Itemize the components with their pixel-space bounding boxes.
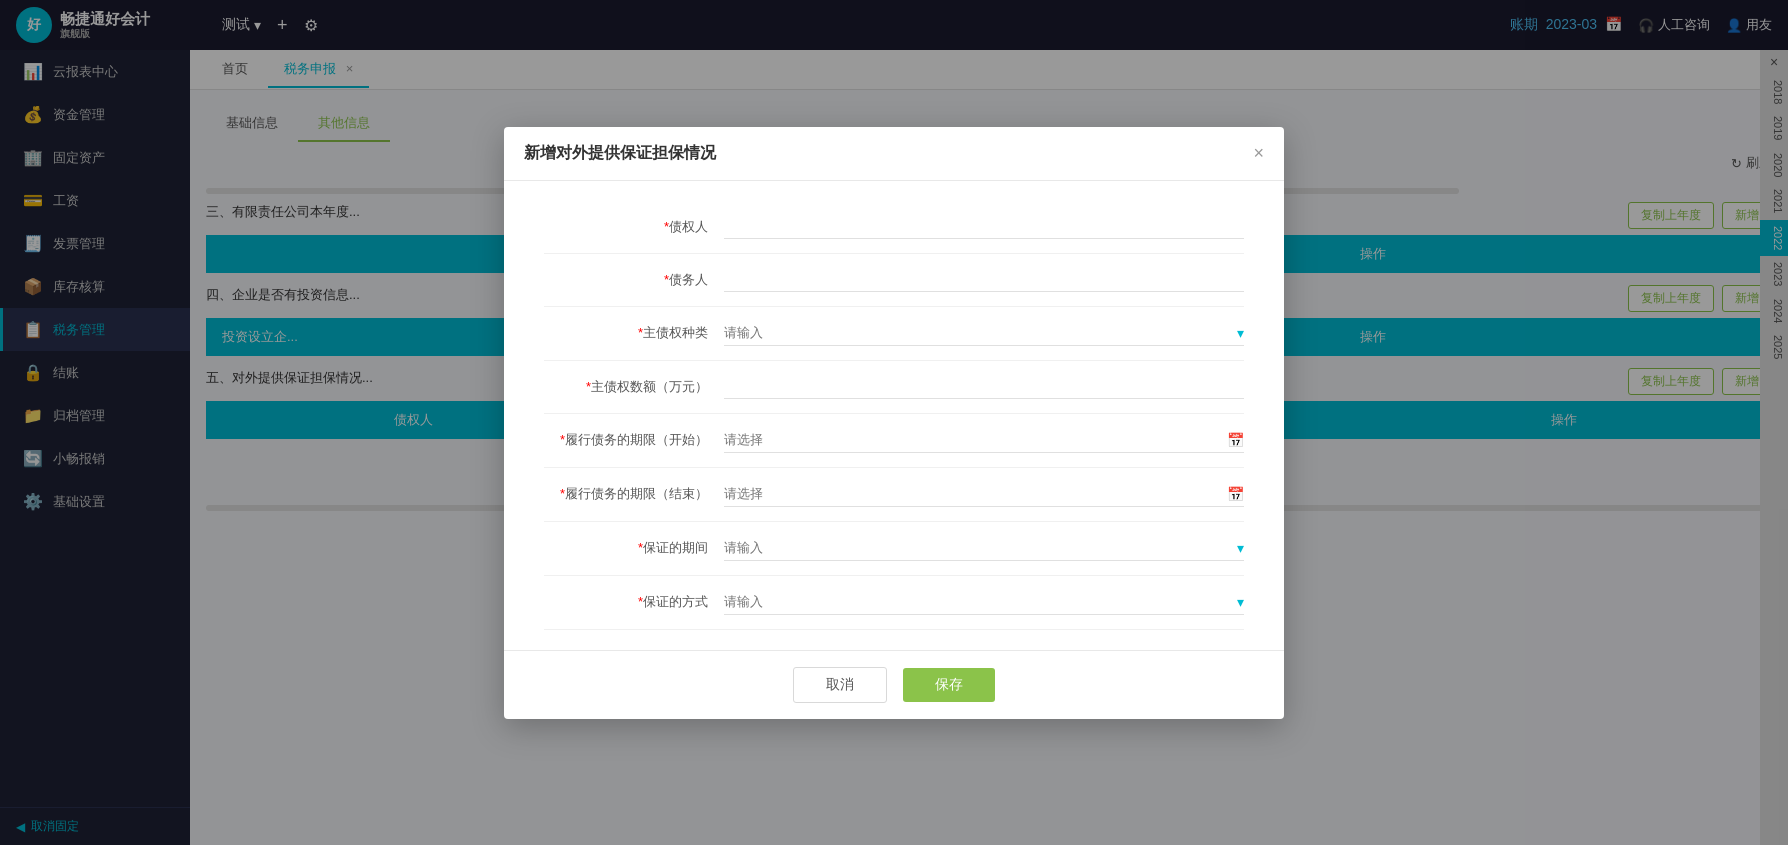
claim-type-wrap: ▾ — [724, 321, 1244, 346]
claim-type-chevron-icon[interactable]: ▾ — [1237, 325, 1244, 341]
dialog-footer: 取消 保存 — [504, 650, 1284, 719]
form-row-claim-amount: *主债权数额（万元） — [544, 361, 1244, 414]
claim-type-label: *主债权种类 — [544, 324, 724, 342]
guarantee-method-label: *保证的方式 — [544, 593, 724, 611]
guarantee-method-chevron-icon[interactable]: ▾ — [1237, 594, 1244, 610]
duty-start-input[interactable] — [724, 432, 1227, 447]
duty-start-wrap: 📅 — [724, 428, 1244, 453]
guarantee-period-label: *保证的期间 — [544, 539, 724, 557]
form-row-debtor: *债务人 — [544, 254, 1244, 307]
duty-end-label: *履行债务的期限（结束） — [544, 485, 724, 503]
duty-start-label: *履行债务的期限（开始） — [544, 431, 724, 449]
guarantee-method-wrap: ▾ — [724, 590, 1244, 615]
dialog-close-button[interactable]: × — [1253, 143, 1264, 164]
duty-start-calendar-icon[interactable]: 📅 — [1227, 432, 1244, 448]
save-button[interactable]: 保存 — [903, 668, 995, 702]
dialog-body: *债权人 *债务人 *主债权种类 ▾ — [504, 181, 1284, 650]
guarantee-period-wrap: ▾ — [724, 536, 1244, 561]
add-guarantee-dialog: 新增对外提供保证担保情况 × *债权人 *债务人 * — [504, 127, 1284, 719]
modal-overlay[interactable]: 新增对外提供保证担保情况 × *债权人 *债务人 * — [0, 0, 1788, 845]
guarantee-period-input[interactable] — [724, 540, 1237, 555]
guarantee-method-input[interactable] — [724, 594, 1237, 609]
guarantee-period-chevron-icon[interactable]: ▾ — [1237, 540, 1244, 556]
dialog-title: 新增对外提供保证担保情况 — [524, 143, 716, 164]
debtor-input[interactable] — [724, 268, 1244, 292]
form-row-claim-type: *主债权种类 ▾ — [544, 307, 1244, 361]
claim-amount-label: *主债权数额（万元） — [544, 378, 724, 396]
duty-end-calendar-icon[interactable]: 📅 — [1227, 486, 1244, 502]
debtor-label: *债务人 — [544, 271, 724, 289]
form-row-guarantee-period: *保证的期间 ▾ — [544, 522, 1244, 576]
cancel-button[interactable]: 取消 — [793, 667, 887, 703]
duty-end-input[interactable] — [724, 486, 1227, 501]
claim-type-input[interactable] — [724, 325, 1237, 340]
dialog-header: 新增对外提供保证担保情况 × — [504, 127, 1284, 181]
creditor-label: *债权人 — [544, 218, 724, 236]
form-row-duty-end: *履行债务的期限（结束） 📅 — [544, 468, 1244, 522]
form-row-creditor: *债权人 — [544, 201, 1244, 254]
creditor-input[interactable] — [724, 215, 1244, 239]
claim-amount-input[interactable] — [724, 375, 1244, 399]
duty-end-wrap: 📅 — [724, 482, 1244, 507]
form-row-duty-start: *履行债务的期限（开始） 📅 — [544, 414, 1244, 468]
form-row-guarantee-method: *保证的方式 ▾ — [544, 576, 1244, 630]
